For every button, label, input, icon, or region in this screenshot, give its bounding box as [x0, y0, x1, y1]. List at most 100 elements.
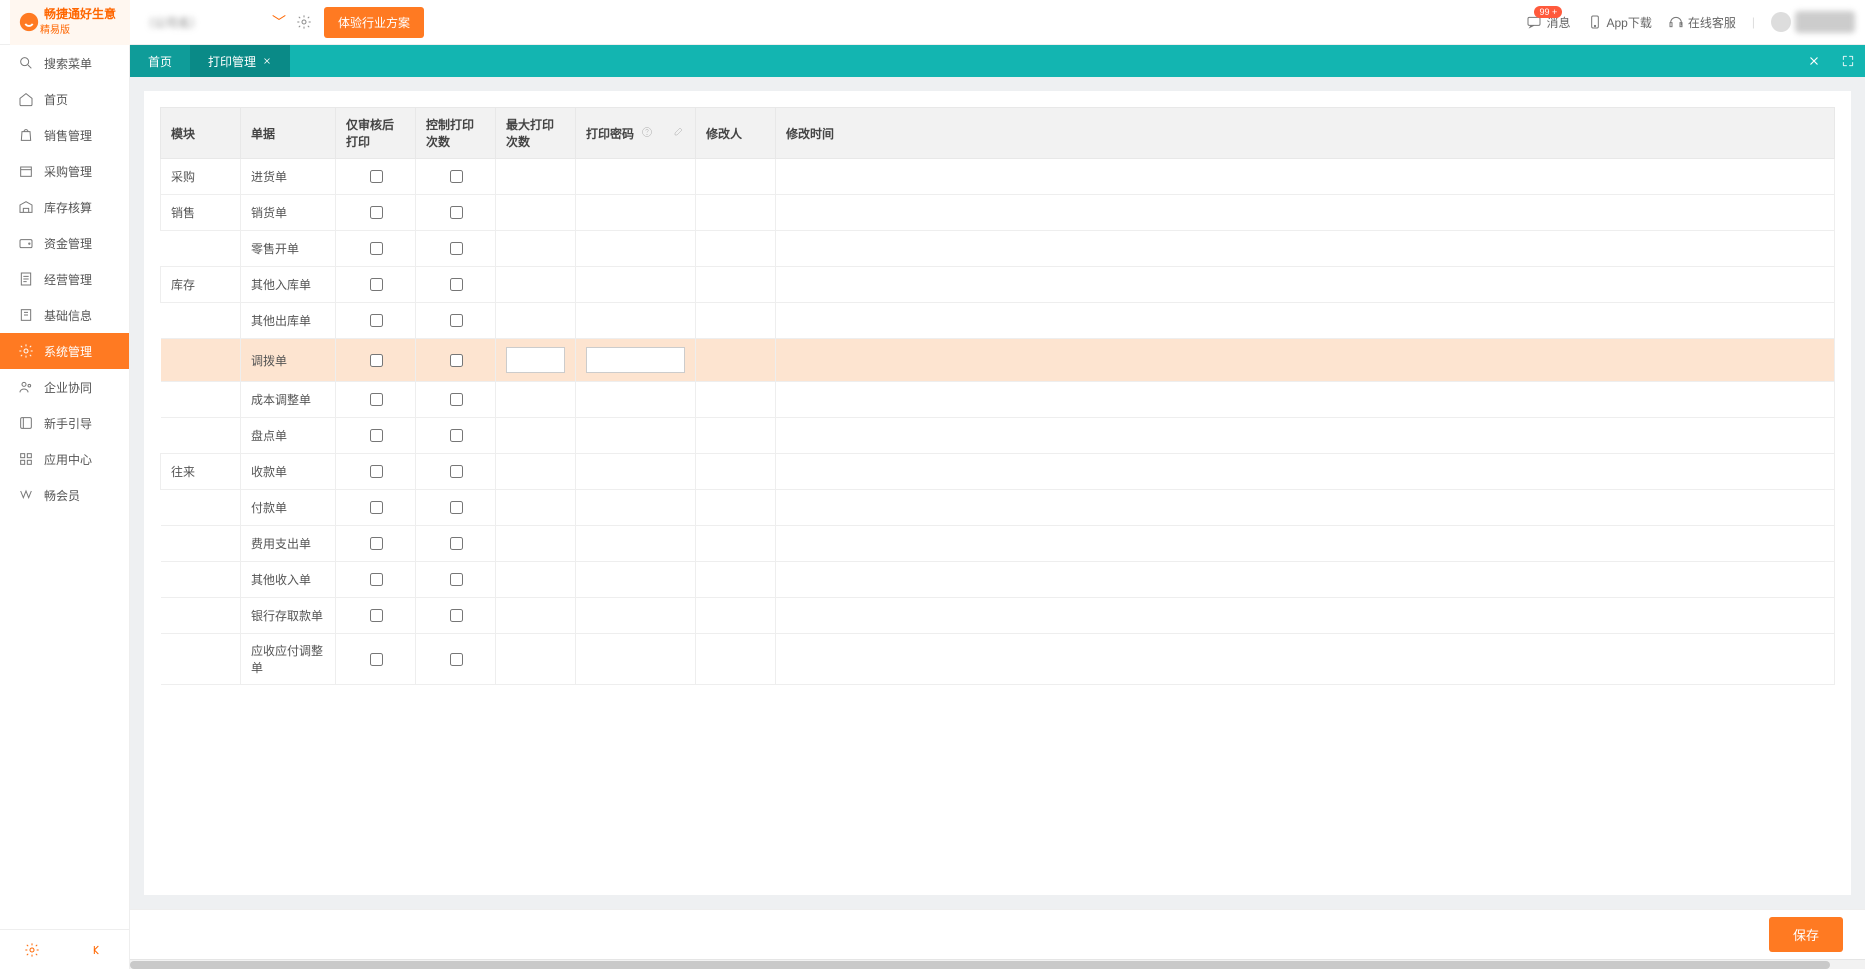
table-row: 盘点单: [161, 418, 1835, 454]
max-print-input[interactable]: [506, 347, 565, 373]
audit-only-checkbox[interactable]: [370, 501, 383, 514]
sidebar-item-wallet[interactable]: 资金管理: [0, 225, 129, 261]
control-count-checkbox[interactable]: [450, 393, 463, 406]
print-password-input[interactable]: [586, 347, 685, 373]
cell-max-print: [496, 526, 576, 562]
audit-only-checkbox[interactable]: [370, 242, 383, 255]
sidebar-item-bag[interactable]: 销售管理: [0, 117, 129, 153]
fullscreen-icon[interactable]: [1831, 45, 1865, 77]
edit-icon[interactable]: [673, 125, 685, 137]
audit-only-checkbox[interactable]: [370, 429, 383, 442]
horizontal-scrollbar[interactable]: [130, 959, 1865, 969]
sidebar-item-home[interactable]: 首页: [0, 81, 129, 117]
headset-icon: [1668, 14, 1684, 30]
cell-document: 银行存取款单: [241, 598, 336, 634]
cell-print-password: [576, 634, 696, 685]
sidebar-item-label: 经营管理: [44, 271, 92, 288]
sidebar-item-warehouse[interactable]: 库存核算: [0, 189, 129, 225]
cell-modifier: [696, 562, 776, 598]
sidebar-item-label: 新手引导: [44, 415, 92, 432]
cell-control-count: [416, 454, 496, 490]
sidebar: 搜索菜单首页销售管理采购管理库存核算资金管理经营管理基础信息系统管理企业协同新手…: [0, 45, 130, 969]
guide-icon: [18, 415, 34, 431]
cell-print-password: [576, 562, 696, 598]
sidebar-item-grid[interactable]: 应用中心: [0, 441, 129, 477]
tab-home[interactable]: 首页: [130, 45, 190, 77]
audit-only-checkbox[interactable]: [370, 206, 383, 219]
cell-control-count: [416, 159, 496, 195]
top-header: 畅捷通好生意 精易版 （公司名） ﹀ 体验行业方案 99 + 消息 App下载 …: [0, 0, 1865, 45]
control-count-checkbox[interactable]: [450, 609, 463, 622]
company-selector[interactable]: （公司名） ﹀: [142, 12, 286, 32]
sidebar-collapse-icon[interactable]: [89, 942, 105, 958]
cell-max-print: [496, 195, 576, 231]
audit-only-checkbox[interactable]: [370, 354, 383, 367]
cell-modify-time: [776, 195, 1835, 231]
audit-only-checkbox[interactable]: [370, 314, 383, 327]
gear-icon: [18, 343, 34, 359]
tab-home-label: 首页: [148, 53, 172, 70]
table-row: 银行存取款单: [161, 598, 1835, 634]
cell-module-empty: [161, 339, 241, 382]
sidebar-item-label: 资金管理: [44, 235, 92, 252]
app-download-button[interactable]: App下载: [1587, 14, 1652, 31]
grid-icon: [18, 451, 34, 467]
content-area: 模块 单据 仅审核后打印 控制打印次数 最大打印次数 打印密码 修改人: [130, 77, 1865, 909]
control-count-checkbox[interactable]: [450, 465, 463, 478]
control-count-checkbox[interactable]: [450, 537, 463, 550]
table-row: 费用支出单: [161, 526, 1835, 562]
sidebar-item-gear[interactable]: 系统管理: [0, 333, 129, 369]
control-count-checkbox[interactable]: [450, 278, 463, 291]
audit-only-checkbox[interactable]: [370, 573, 383, 586]
control-count-checkbox[interactable]: [450, 206, 463, 219]
cell-modify-time: [776, 267, 1835, 303]
tab-close-icon[interactable]: [262, 56, 272, 66]
audit-only-checkbox[interactable]: [370, 170, 383, 183]
sidebar-item-team[interactable]: 企业协同: [0, 369, 129, 405]
th-control-count: 控制打印次数: [416, 108, 496, 159]
tabs-close-all-icon[interactable]: [1797, 45, 1831, 77]
audit-only-checkbox[interactable]: [370, 537, 383, 550]
audit-only-checkbox[interactable]: [370, 609, 383, 622]
user-avatar[interactable]: [1771, 11, 1855, 33]
sidebar-item-guide[interactable]: 新手引导: [0, 405, 129, 441]
experience-industry-button[interactable]: 体验行业方案: [324, 7, 424, 38]
sidebar-item-vip[interactable]: 畅会员: [0, 477, 129, 513]
audit-only-checkbox[interactable]: [370, 393, 383, 406]
cell-modifier: [696, 490, 776, 526]
audit-only-checkbox[interactable]: [370, 465, 383, 478]
sidebar-item-label: 系统管理: [44, 343, 92, 360]
help-icon[interactable]: [641, 126, 653, 138]
control-count-checkbox[interactable]: [450, 354, 463, 367]
cell-print-password: [576, 490, 696, 526]
sidebar-item-doc[interactable]: 经营管理: [0, 261, 129, 297]
audit-only-checkbox[interactable]: [370, 653, 383, 666]
table-row: 付款单: [161, 490, 1835, 526]
settings-gear-icon[interactable]: [296, 14, 312, 30]
messages-button[interactable]: 99 + 消息: [1526, 14, 1570, 31]
info-icon: [18, 307, 34, 323]
control-count-checkbox[interactable]: [450, 170, 463, 183]
sidebar-item-search[interactable]: 搜索菜单: [0, 45, 129, 81]
doc-icon: [18, 271, 34, 287]
control-count-checkbox[interactable]: [450, 573, 463, 586]
sidebar-item-box[interactable]: 采购管理: [0, 153, 129, 189]
online-service-button[interactable]: 在线客服: [1668, 14, 1736, 31]
save-button[interactable]: 保存: [1769, 917, 1843, 952]
cell-print-password: [576, 267, 696, 303]
cell-document: 付款单: [241, 490, 336, 526]
control-count-checkbox[interactable]: [450, 242, 463, 255]
brand-icon: [18, 11, 40, 33]
cell-modify-time: [776, 526, 1835, 562]
control-count-checkbox[interactable]: [450, 429, 463, 442]
audit-only-checkbox[interactable]: [370, 278, 383, 291]
control-count-checkbox[interactable]: [450, 501, 463, 514]
cell-modify-time: [776, 418, 1835, 454]
control-count-checkbox[interactable]: [450, 653, 463, 666]
cell-audit-only: [336, 490, 416, 526]
control-count-checkbox[interactable]: [450, 314, 463, 327]
tab-print-management[interactable]: 打印管理: [190, 45, 290, 77]
sidebar-item-info[interactable]: 基础信息: [0, 297, 129, 333]
cell-module-empty: [161, 382, 241, 418]
footer-gear-icon[interactable]: [24, 942, 40, 958]
